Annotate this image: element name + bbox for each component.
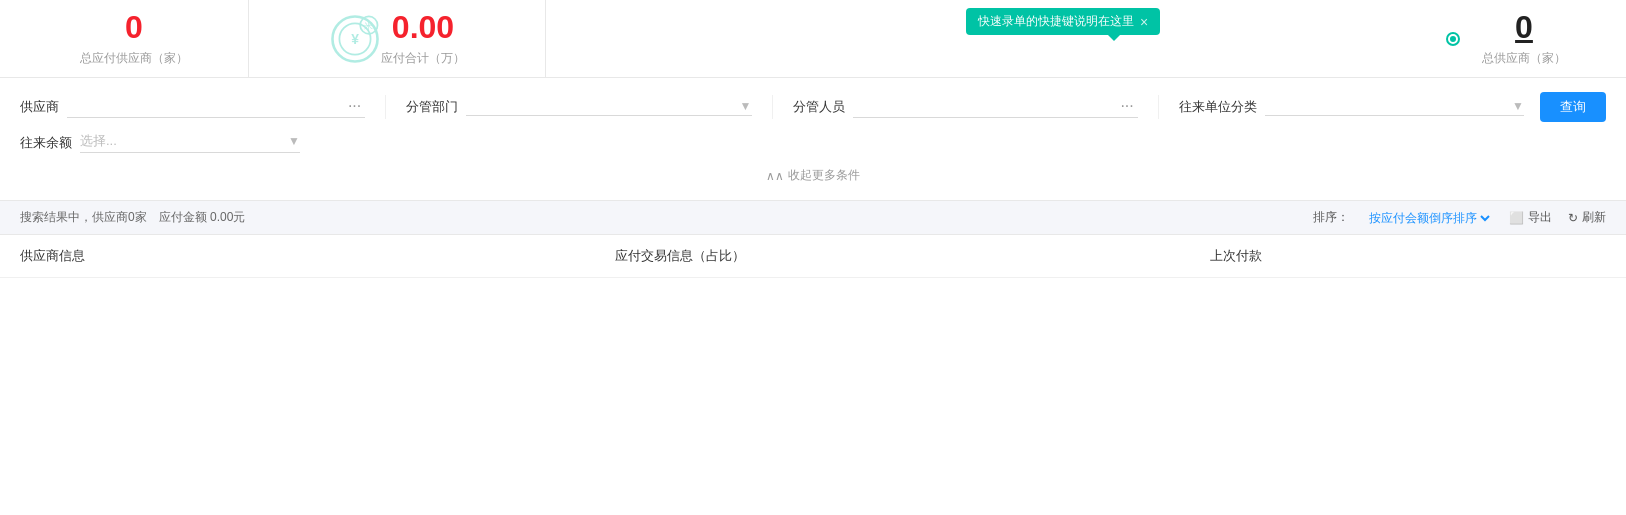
shortcut-tooltip: 快速录单的快捷键说明在这里 × (966, 8, 1160, 35)
filter-row-2: 往来余额 选择... ▼ (20, 132, 1606, 153)
payable-total-value: 0.00 (392, 10, 454, 45)
person-label: 分管人员 (793, 98, 845, 116)
tooltip-text: 快速录单的快捷键说明在这里 (978, 13, 1134, 30)
total-suppliers-label: 总供应商（家） (1482, 50, 1566, 67)
total-payable-suppliers-stat: 0 总应付供应商（家） (0, 0, 249, 77)
person-filter: 分管人员 ··· (793, 97, 1138, 118)
collapse-row: ∧∧ 收起更多条件 (20, 163, 1606, 192)
person-input-wrap: ··· (853, 97, 1138, 118)
sort-label: 排序： (1313, 209, 1349, 226)
export-icon: ⬜ (1509, 211, 1524, 225)
collapse-up-icon: ∧∧ (766, 169, 784, 183)
total-payable-suppliers-label: 总应付供应商（家） (80, 50, 188, 67)
results-amount: 应付金额 0.00元 (159, 209, 246, 226)
payable-total-label: 应付合计（万） (381, 50, 465, 67)
person-dots-button[interactable]: ··· (1116, 97, 1137, 115)
divider-2 (772, 95, 773, 119)
balance-select-wrap: 选择... ▼ (80, 132, 300, 153)
table-body (0, 278, 1626, 515)
tooltip-dot (1448, 34, 1458, 44)
total-suppliers-value: 0 (1515, 10, 1533, 45)
unit-category-arrow-icon[interactable]: ▼ (1512, 99, 1524, 113)
supplier-filter: 供应商 ··· (20, 97, 365, 118)
balance-arrow-icon[interactable]: ▼ (288, 134, 300, 148)
svg-text:米: 米 (364, 21, 373, 31)
filter-row-1: 供应商 ··· 分管部门 ▼ 分管人员 ··· (20, 92, 1606, 122)
divider-1 (385, 95, 386, 119)
divider-3 (1158, 95, 1159, 119)
refresh-button[interactable]: ↻ 刷新 (1568, 209, 1606, 226)
total-payable-suppliers-value: 0 (125, 10, 143, 45)
refresh-label: 刷新 (1582, 209, 1606, 226)
query-button[interactable]: 查询 (1540, 92, 1606, 122)
supplier-input-wrap: ··· (67, 97, 365, 118)
stats-bar: 0 总应付供应商（家） ¥ 米 0.00 应付合计（万） 快速录单的快捷键说明在… (0, 0, 1626, 78)
results-suppliers: 搜索结果中，供应商0家 (20, 209, 147, 226)
unit-category-filter: 往来单位分类 ▼ (1179, 98, 1524, 116)
sort-select[interactable]: 按应付会额倒序排序 (1365, 210, 1493, 226)
balance-label: 往来余额 (20, 134, 72, 152)
dept-label: 分管部门 (406, 98, 458, 116)
export-button[interactable]: ⬜ 导出 (1509, 209, 1552, 226)
collapse-button[interactable]: ∧∧ 收起更多条件 (766, 167, 860, 184)
tooltip-close-button[interactable]: × (1140, 14, 1148, 30)
export-label: 导出 (1528, 209, 1552, 226)
coin-icon: ¥ 米 (329, 13, 381, 65)
table-header: 供应商信息 应付交易信息（占比） 上次付款 (0, 235, 1626, 278)
col-last-pay-header: 上次付款 (1210, 247, 1607, 265)
person-input[interactable] (853, 98, 1117, 113)
collapse-label: 收起更多条件 (788, 167, 860, 184)
refresh-icon: ↻ (1568, 211, 1578, 225)
results-bar: 搜索结果中，供应商0家 应付金额 0.00元 排序： 按应付会额倒序排序 ⬜ 导… (0, 201, 1626, 235)
coin-icon-area: ¥ 米 0.00 应付合计（万） (249, 0, 546, 77)
supplier-dots-button[interactable]: ··· (344, 97, 365, 115)
filter-area: 供应商 ··· 分管部门 ▼ 分管人员 ··· (0, 78, 1626, 201)
supplier-label: 供应商 (20, 98, 59, 116)
dept-arrow-icon[interactable]: ▼ (740, 99, 752, 113)
col-supplier-header: 供应商信息 (20, 247, 615, 265)
balance-filter: 往来余额 选择... ▼ (20, 132, 300, 153)
dept-filter: 分管部门 ▼ (406, 98, 751, 116)
results-actions: 排序： 按应付会额倒序排序 ⬜ 导出 ↻ 刷新 (1313, 209, 1606, 226)
supplier-input[interactable] (67, 98, 344, 113)
unit-category-label: 往来单位分类 (1179, 98, 1257, 116)
results-summary: 搜索结果中，供应商0家 应付金额 0.00元 (20, 209, 245, 226)
balance-placeholder: 选择... (80, 132, 288, 150)
unit-category-select-wrap: ▼ (1265, 99, 1524, 116)
col-trans-header: 应付交易信息（占比） (615, 247, 1210, 265)
svg-text:¥: ¥ (351, 31, 359, 47)
dept-select-wrap: ▼ (466, 99, 751, 116)
query-button-wrap: 查询 (1540, 92, 1606, 122)
